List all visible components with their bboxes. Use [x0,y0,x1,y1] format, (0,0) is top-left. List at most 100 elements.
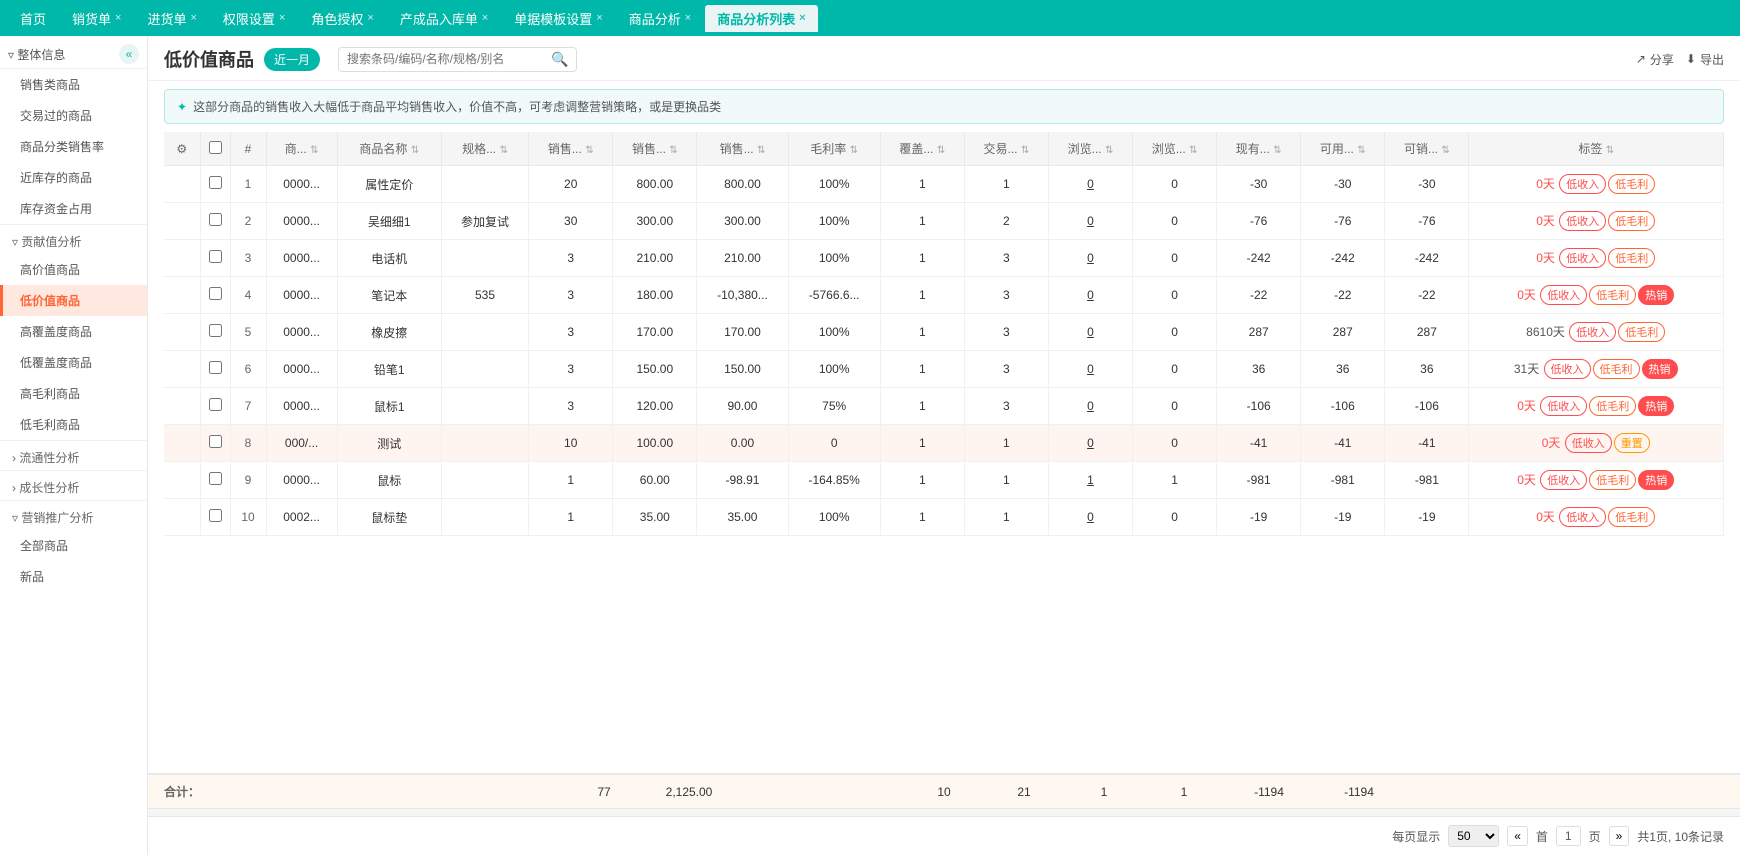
cell-checkbox[interactable] [200,203,230,240]
row-checkbox[interactable] [209,472,222,485]
cell-browse1[interactable]: 1 [1048,462,1132,499]
cell-checkbox[interactable] [200,166,230,203]
browse-link[interactable]: 0 [1087,288,1094,302]
nav-sales[interactable]: 销货单× [60,5,133,32]
row-checkbox[interactable] [209,398,222,411]
th-gear[interactable]: ⚙ [164,132,200,166]
th-gross-rate[interactable]: 毛利率 ⇅ [788,132,880,166]
export-btn[interactable]: ⬇ 导出 [1686,51,1724,68]
browse-link[interactable]: 1 [1087,473,1094,487]
nav-close-analysis[interactable]: × [685,12,691,24]
th-trade[interactable]: 交易... ⇅ [964,132,1048,166]
cell-checkbox[interactable] [200,499,230,536]
cell-checkbox[interactable] [200,388,230,425]
search-box: 🔍 [338,47,577,72]
sidebar-item-new-goods[interactable]: 新品 [0,561,147,592]
row-checkbox[interactable] [209,361,222,374]
th-sale-price[interactable]: 销售... ⇅ [613,132,697,166]
nav-analysis-list[interactable]: 商品分析列表× [705,5,817,32]
cell-checkbox[interactable] [200,240,230,277]
th-browse2[interactable]: 浏览... ⇅ [1133,132,1217,166]
first-page-btn[interactable]: « [1507,826,1528,846]
row-checkbox[interactable] [209,509,222,522]
nav-close-template[interactable]: × [596,12,602,24]
nav-close-sales[interactable]: × [115,12,121,24]
sidebar-item-low-coverage[interactable]: 低覆盖度商品 [0,347,147,378]
row-checkbox[interactable] [209,324,222,337]
sidebar-item-all-goods[interactable]: 全部商品 [0,530,147,561]
nav-template[interactable]: 单据模板设置× [502,5,614,32]
th-sale-qty[interactable]: 销售... ⇅ [529,132,613,166]
browse-link[interactable]: 0 [1087,399,1094,413]
nav-close-purchase[interactable]: × [190,12,196,24]
search-input[interactable] [347,52,547,66]
th-browse1[interactable]: 浏览... ⇅ [1048,132,1132,166]
cell-checkbox[interactable] [200,314,230,351]
cell-browse1[interactable]: 0 [1048,351,1132,388]
th-saleable[interactable]: 可销... ⇅ [1385,132,1469,166]
nav-roles[interactable]: 角色授权× [299,5,385,32]
nav-home[interactable]: 首页 [8,5,58,32]
row-checkbox[interactable] [209,213,222,226]
cell-checkbox[interactable] [200,462,230,499]
cell-code: 0000... [266,240,337,277]
row-checkbox[interactable] [209,250,222,263]
sidebar-item-sales-goods[interactable]: 销售类商品 [0,69,147,100]
row-checkbox[interactable] [209,435,222,448]
nav-analysis[interactable]: 商品分析× [617,5,703,32]
row-checkbox[interactable] [209,176,222,189]
next-page-btn[interactable]: » [1609,826,1630,846]
browse-link[interactable]: 0 [1087,510,1094,524]
cell-browse1[interactable]: 0 [1048,425,1132,462]
cell-browse1[interactable]: 0 [1048,203,1132,240]
nav-close-roles[interactable]: × [367,12,373,24]
sidebar-item-traded-goods[interactable]: 交易过的商品 [0,100,147,131]
cell-browse1[interactable]: 0 [1048,166,1132,203]
cell-checkbox[interactable] [200,425,230,462]
sidebar-item-low-stock[interactable]: 近库存的商品 [0,162,147,193]
cell-checkbox[interactable] [200,277,230,314]
share-btn[interactable]: ↗ 分享 [1636,51,1674,68]
cell-browse1[interactable]: 0 [1048,314,1132,351]
browse-link[interactable]: 0 [1087,362,1094,376]
th-stock[interactable]: 现有... ⇅ [1217,132,1301,166]
cell-gross-rate: 100% [788,240,880,277]
sidebar-item-high-value[interactable]: 高价值商品 [0,254,147,285]
sidebar-item-high-coverage[interactable]: 高覆盖度商品 [0,316,147,347]
sidebar-item-low-profit[interactable]: 低毛利商品 [0,409,147,440]
browse-link[interactable]: 0 [1087,325,1094,339]
browse-link[interactable]: 0 [1087,177,1094,191]
nav-close-permissions[interactable]: × [279,12,285,24]
th-sale-amount[interactable]: 销售... ⇅ [697,132,788,166]
nav-purchase[interactable]: 进货单× [135,5,208,32]
browse-link[interactable]: 0 [1087,214,1094,228]
nav-close-warehouse[interactable]: × [482,12,488,24]
page-size-select[interactable]: 50 100 200 [1448,825,1499,847]
select-all-checkbox[interactable] [209,141,222,154]
sidebar-item-high-profit[interactable]: 高毛利商品 [0,378,147,409]
sidebar-item-stock-funds[interactable]: 库存资金占用 [0,193,147,224]
nav-close-analysis-list[interactable]: × [799,12,805,24]
cell-checkbox[interactable] [200,351,230,388]
filter-recent-month-btn[interactable]: 近一月 [264,48,320,71]
sidebar-collapse-btn[interactable]: « [119,44,139,64]
th-tag[interactable]: 标签 ⇅ [1469,132,1724,166]
search-icon[interactable]: 🔍 [551,51,568,68]
row-checkbox[interactable] [209,287,222,300]
th-coverage[interactable]: 覆盖... ⇅ [880,132,964,166]
th-spec[interactable]: 规格... ⇅ [441,132,528,166]
th-checkbox[interactable] [200,132,230,166]
browse-link[interactable]: 0 [1087,436,1094,450]
cell-browse1[interactable]: 0 [1048,388,1132,425]
th-available[interactable]: 可用... ⇅ [1301,132,1385,166]
th-code[interactable]: 商... ⇅ [266,132,337,166]
sidebar-item-low-value[interactable]: 低价值商品 [0,285,147,316]
sidebar-item-category-rate[interactable]: 商品分类销售率 [0,131,147,162]
cell-browse1[interactable]: 0 [1048,499,1132,536]
browse-link[interactable]: 0 [1087,251,1094,265]
th-name[interactable]: 商品名称 ⇅ [337,132,441,166]
cell-browse1[interactable]: 0 [1048,240,1132,277]
nav-permissions[interactable]: 权限设置× [211,5,297,32]
nav-warehouse[interactable]: 产成品入库单× [388,5,500,32]
cell-browse1[interactable]: 0 [1048,277,1132,314]
